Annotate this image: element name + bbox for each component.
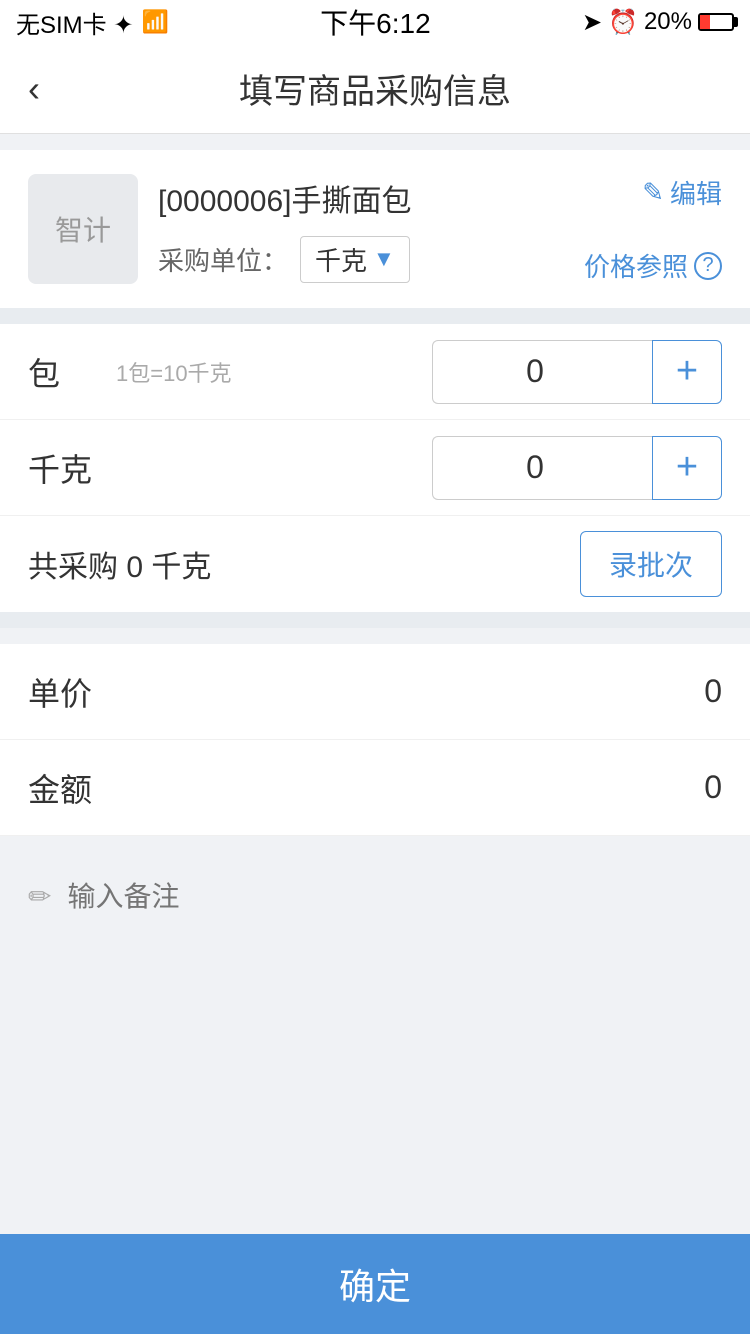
battery-percent: 20% xyxy=(644,8,692,36)
nav-bar: ‹ 填写商品采购信息 xyxy=(0,44,750,134)
unit-price-row: 单价 0 xyxy=(0,644,750,740)
kg-plus-button[interactable]: + xyxy=(652,436,722,500)
price-section: 单价 0 金额 0 xyxy=(0,644,750,836)
kg-label: 千克 xyxy=(28,445,108,491)
price-ref-label: 价格参照 xyxy=(584,247,688,284)
back-button[interactable]: ‹ xyxy=(28,68,40,110)
no-sim-label: 无SIM卡 ✦ xyxy=(16,5,133,40)
edit-icon: ✎ xyxy=(642,177,664,208)
unit-price-label: 单价 xyxy=(28,669,92,715)
wifi-icon: 📶 xyxy=(141,9,168,35)
product-card: 智计 [0000006]手撕面包 采购单位： 千克 ▼ ✎ 编辑 价格参照 ? xyxy=(0,150,750,308)
location-icon: ➤ xyxy=(582,8,602,37)
bag-input-row: 包 1包=10千克 + xyxy=(0,324,750,420)
unit-value: 千克 xyxy=(315,241,367,278)
time-display: 下午6:12 xyxy=(320,2,431,42)
product-logo: 智计 xyxy=(55,209,111,249)
battery-icon xyxy=(698,13,734,31)
product-image: 智计 xyxy=(28,174,138,284)
kg-input[interactable] xyxy=(432,436,652,500)
unit-price-value: 0 xyxy=(704,673,722,710)
bag-plus-button[interactable]: + xyxy=(652,340,722,404)
price-ref-help-icon: ? xyxy=(694,252,722,280)
bag-label: 包 xyxy=(28,349,108,395)
product-name: [0000006]手撕面包 xyxy=(158,176,722,220)
summary-row: 共采购 0 千克 录批次 xyxy=(0,516,750,612)
kg-field-wrap: + xyxy=(432,436,722,500)
bag-input[interactable] xyxy=(432,340,652,404)
status-bar: 无SIM卡 ✦ 📶 下午6:12 ➤ ⏰ 20% xyxy=(0,0,750,44)
status-left: 无SIM卡 ✦ 📶 xyxy=(16,5,169,40)
alarm-icon: ⏰ xyxy=(608,8,638,37)
status-right: ➤ ⏰ 20% xyxy=(582,8,734,37)
remark-section: ✏ xyxy=(0,852,750,941)
unit-select[interactable]: 千克 ▼ xyxy=(300,236,410,283)
unit-dropdown-arrow: ▼ xyxy=(373,246,395,272)
edit-button[interactable]: ✎ 编辑 xyxy=(642,174,722,211)
bag-field-wrap: + xyxy=(432,340,722,404)
input-section: 包 1包=10千克 + 千克 + xyxy=(0,324,750,516)
amount-label: 金额 xyxy=(28,765,92,811)
price-ref-button[interactable]: 价格参照 ? xyxy=(584,247,722,284)
edit-label: 编辑 xyxy=(670,174,722,211)
remark-pencil-icon: ✏ xyxy=(28,880,51,913)
bag-sub-label: 1包=10千克 xyxy=(116,356,432,388)
remark-input[interactable] xyxy=(67,881,722,913)
kg-input-row: 千克 + xyxy=(0,420,750,516)
bottom-space xyxy=(0,941,750,1241)
page-title: 填写商品采购信息 xyxy=(239,64,511,113)
batch-button[interactable]: 录批次 xyxy=(580,531,722,597)
divider-2 xyxy=(0,612,750,628)
confirm-bar[interactable]: 确定 xyxy=(0,1234,750,1334)
summary-text: 共采购 0 千克 xyxy=(28,542,211,586)
divider-1 xyxy=(0,308,750,324)
amount-value: 0 xyxy=(704,769,722,806)
confirm-label: 确定 xyxy=(339,1258,411,1310)
unit-label: 采购单位： xyxy=(158,241,288,278)
amount-row: 金额 0 xyxy=(0,740,750,836)
